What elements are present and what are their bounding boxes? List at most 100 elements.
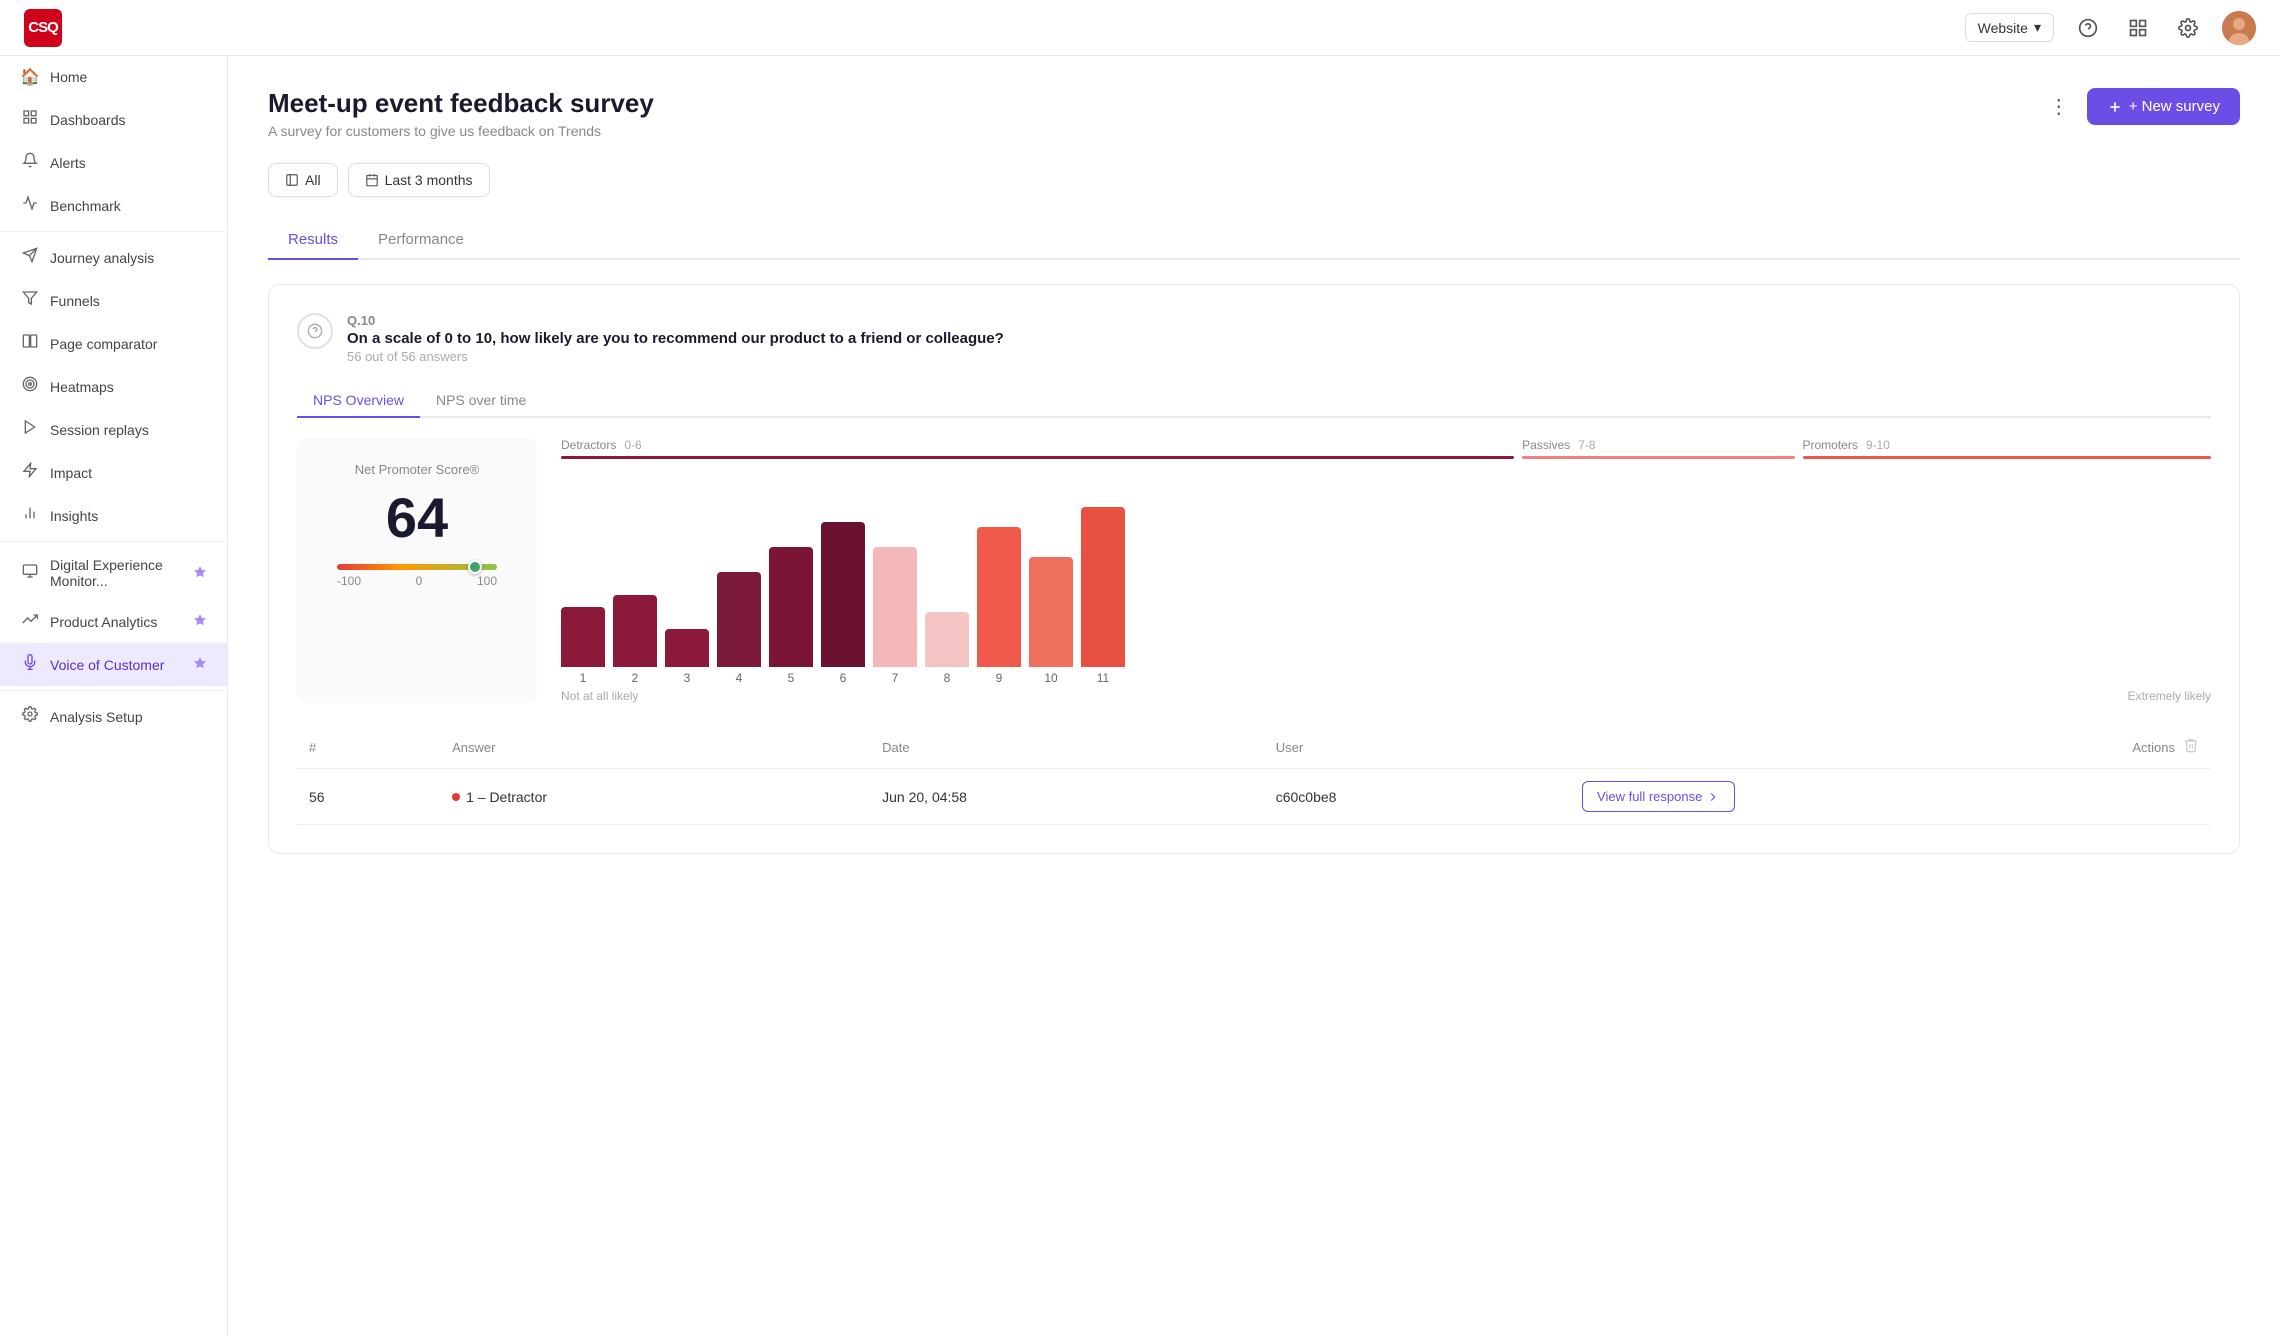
header-actions: ⋮ + New survey [2043, 88, 2240, 125]
filter-date-button[interactable]: Last 3 months [348, 163, 490, 197]
analysis-setup-icon [20, 706, 40, 727]
gauge-min-label: -100 [337, 574, 361, 588]
insights-icon [20, 505, 40, 526]
sidebar-item-analysis-setup[interactable]: Analysis Setup [0, 695, 227, 738]
bar-4 [717, 572, 761, 667]
bar-6 [821, 522, 865, 667]
nps-tabs: NPS Overview NPS over time [297, 384, 2211, 418]
alerts-icon [20, 152, 40, 173]
question-id: Q.10 [347, 313, 1004, 328]
grid-icon[interactable] [2122, 12, 2154, 44]
answer-text: 1 – Detractor [466, 789, 547, 805]
promoters-range: 9-10 [1866, 438, 1890, 452]
delete-all-icon[interactable] [2183, 737, 2199, 758]
main-content: Meet-up event feedback survey A survey f… [228, 56, 2280, 1336]
filter-date-label: Last 3 months [385, 172, 473, 188]
filter-all-button[interactable]: All [268, 163, 338, 197]
sidebar-label-funnels: Funnels [50, 293, 100, 309]
tab-performance[interactable]: Performance [358, 221, 484, 260]
sidebar-label-insights: Insights [50, 508, 98, 524]
detractors-section: Detractors 0-6 [561, 438, 1518, 459]
sidebar-divider-3 [0, 690, 227, 691]
funnels-icon [20, 290, 40, 311]
x-label-8: 8 [925, 671, 969, 685]
sidebar-item-session-replays[interactable]: Session replays [0, 408, 227, 451]
tab-results[interactable]: Results [268, 221, 358, 260]
nps-tab-over-time[interactable]: NPS over time [420, 384, 542, 418]
sidebar-item-page-comparator[interactable]: Page comparator [0, 322, 227, 365]
chevron-down-icon: ▾ [2034, 19, 2041, 36]
nps-tab-overview[interactable]: NPS Overview [297, 384, 420, 418]
product-analytics-badge [193, 613, 207, 630]
question-text: On a scale of 0 to 10, how likely are yo… [347, 330, 1004, 347]
bar-5-rect [769, 547, 813, 667]
sidebar-item-dashboards[interactable]: Dashboards [0, 98, 227, 141]
sidebar-label-home: Home [50, 69, 87, 85]
sidebar-item-voice-of-customer[interactable]: Voice of Customer [0, 643, 227, 686]
promoters-section: Promoters 9-10 [1799, 438, 2212, 459]
voc-badge [193, 656, 207, 673]
sidebar-item-heatmaps[interactable]: Heatmaps [0, 365, 227, 408]
bar-9 [977, 527, 1021, 667]
sidebar-item-journey-analysis[interactable]: Journey analysis [0, 236, 227, 279]
heatmaps-icon [20, 376, 40, 397]
sidebar-item-home[interactable]: 🏠 Home [0, 56, 227, 98]
sidebar-item-product-analytics[interactable]: Product Analytics [0, 600, 227, 643]
filters-bar: All Last 3 months [268, 163, 2240, 197]
bar-3 [665, 629, 709, 667]
question-info: Q.10 On a scale of 0 to 10, how likely a… [347, 313, 1004, 364]
sidebar-divider-1 [0, 231, 227, 232]
sidebar-item-insights[interactable]: Insights [0, 494, 227, 537]
bar-11-rect [1081, 507, 1125, 667]
sidebar-label-product: Product Analytics [50, 614, 157, 630]
passives-range: 7-8 [1578, 438, 1595, 452]
x-label-5: 5 [769, 671, 813, 685]
content-inner: Meet-up event feedback survey A survey f… [228, 56, 2280, 910]
digital-experience-icon [20, 563, 40, 584]
passives-section: Passives 7-8 [1518, 438, 1798, 459]
bar-1-rect [561, 607, 605, 667]
benchmark-icon [20, 195, 40, 216]
sidebar-item-alerts[interactable]: Alerts [0, 141, 227, 184]
gauge-mid-label: 0 [416, 574, 423, 588]
gauge-max-label: 100 [477, 574, 497, 588]
row-answer: 1 – Detractor [440, 769, 870, 825]
x-label-11: 11 [1081, 671, 1125, 685]
promoters-label: Promoters [1803, 438, 1858, 452]
filter-all-label: All [305, 172, 321, 188]
x-axis-notes: Not at all likely Extremely likely [561, 689, 2211, 703]
row-num: 56 [297, 769, 440, 825]
digital-experience-badge [193, 565, 207, 582]
app-logo: CSQ [24, 9, 62, 47]
view-response-label: View full response [1597, 789, 1702, 804]
answer-dot-red [452, 793, 460, 801]
view-full-response-button[interactable]: View full response [1582, 781, 1735, 812]
x-label-3: 3 [665, 671, 709, 685]
impact-icon [20, 462, 40, 483]
col-header-num: # [297, 727, 440, 769]
more-menu-button[interactable]: ⋮ [2043, 91, 2075, 123]
sidebar-item-funnels[interactable]: Funnels [0, 279, 227, 322]
bar-7 [873, 547, 917, 667]
bar-10 [1029, 557, 1073, 667]
settings-icon[interactable] [2172, 12, 2204, 44]
question-card: Q.10 On a scale of 0 to 10, how likely a… [268, 284, 2240, 854]
new-survey-button[interactable]: + New survey [2087, 88, 2240, 125]
bar-7-rect [873, 547, 917, 667]
page-comparator-icon [20, 333, 40, 354]
sidebar-label-voc: Voice of Customer [50, 657, 164, 673]
sidebar-label-alerts: Alerts [50, 155, 86, 171]
sidebar-label-benchmark: Benchmark [50, 198, 121, 214]
sidebar-item-impact[interactable]: Impact [0, 451, 227, 494]
question-header: Q.10 On a scale of 0 to 10, how likely a… [297, 313, 2211, 364]
x-label-9: 9 [977, 671, 1021, 685]
sidebar-item-digital-experience[interactable]: Digital Experience Monitor... [0, 546, 227, 600]
website-selector[interactable]: Website ▾ [1965, 13, 2054, 42]
bar-11 [1081, 507, 1125, 667]
col-header-actions: Actions [1570, 727, 2211, 769]
sidebar-item-benchmark[interactable]: Benchmark [0, 184, 227, 227]
new-survey-label: + New survey [2129, 98, 2220, 115]
detractors-range: 0-6 [624, 438, 641, 452]
user-avatar[interactable] [2222, 11, 2256, 45]
help-icon[interactable] [2072, 12, 2104, 44]
